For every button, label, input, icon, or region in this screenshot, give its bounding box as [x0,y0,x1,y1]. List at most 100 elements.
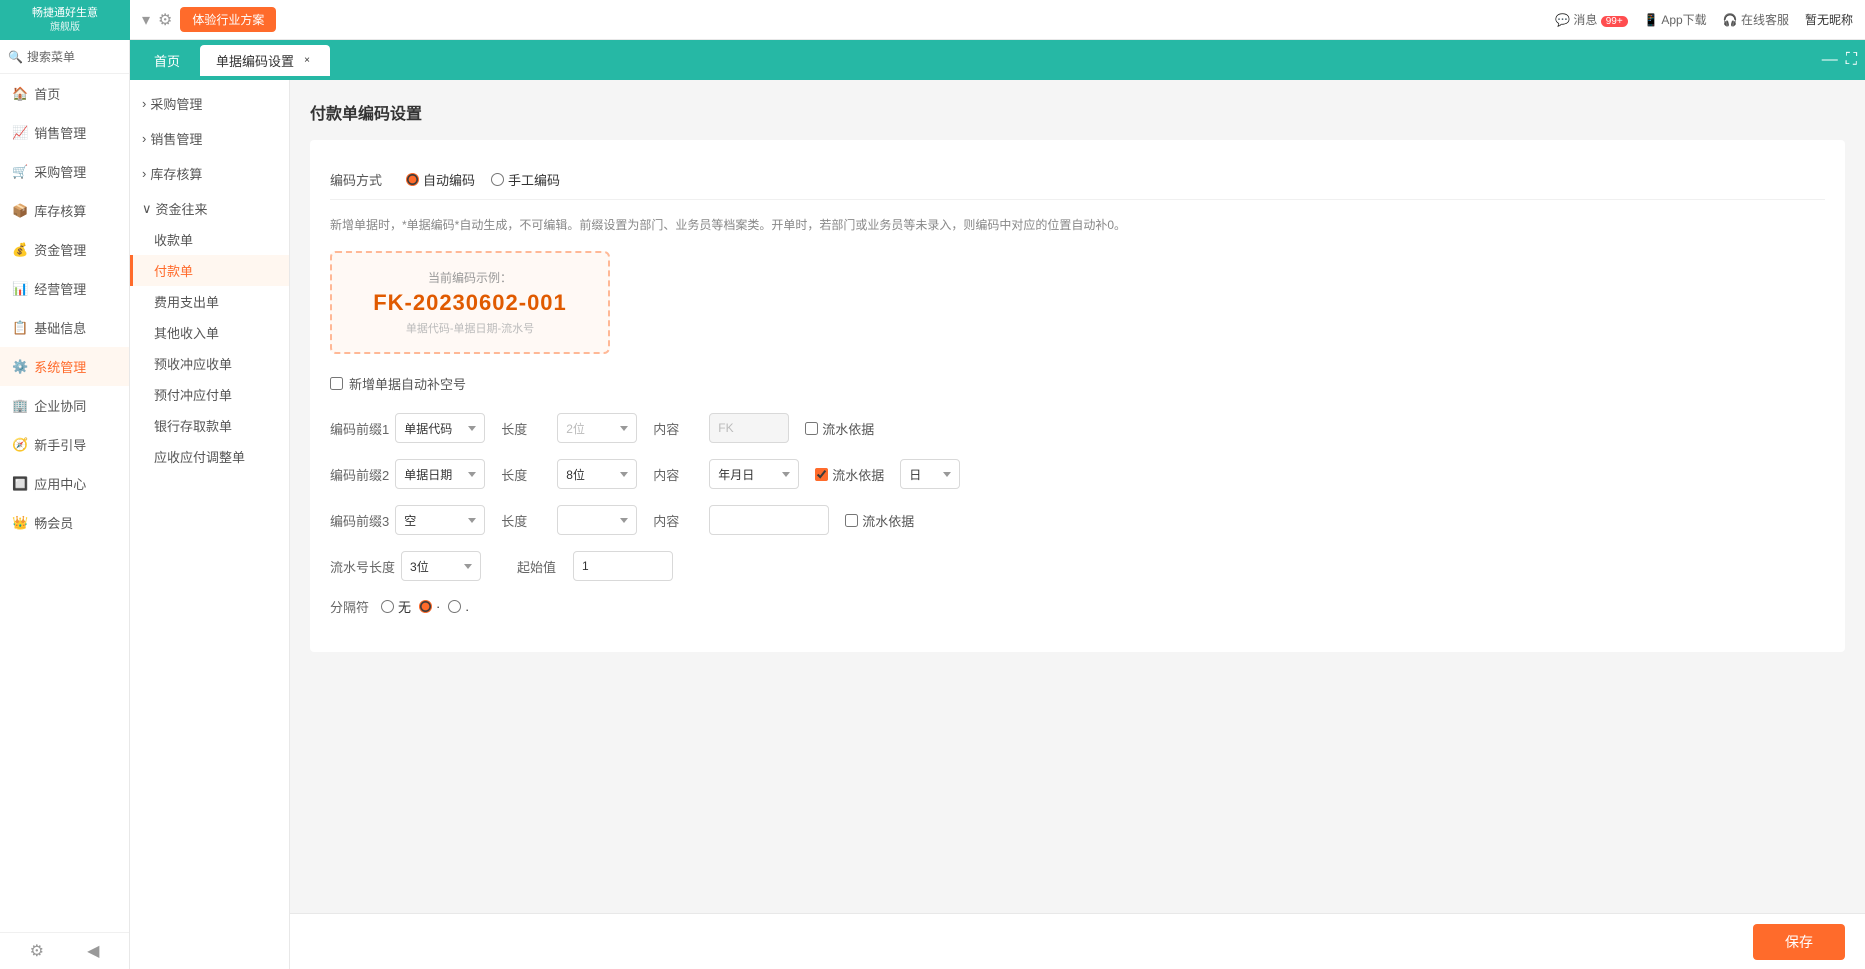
start-value-input[interactable] [573,551,673,581]
sep-dash[interactable]: · [419,599,440,614]
content3-input[interactable] [709,505,829,535]
nav-dropdown-arrow[interactable]: ▾ [142,10,150,30]
form-row-3: 编码前缀3 空 长度 [330,505,1825,535]
serial-length-row: 流水号长度 3位 起始值 [330,551,1825,581]
user-name[interactable]: 暂无昵称 [1805,11,1853,28]
sub-sidebar: › 采购管理 › 销售管理 › 库存核算 [130,80,290,969]
sidebar-item-system[interactable]: ⚙️ 系统管理 [0,347,129,386]
length1-arrow [620,426,628,431]
sub-item-other-income[interactable]: 其他收入单 [130,317,289,348]
sub-group-purchase[interactable]: › 采购管理 [130,88,289,119]
radio-manual[interactable]: 手工编码 [491,170,560,189]
message-badge: 99+ [1601,16,1628,27]
serial2-checkbox[interactable] [815,468,828,481]
length1-label: 长度 [501,419,551,438]
sidebar-item-inventory[interactable]: 📦 库存核算 [0,191,129,230]
auto-fill-label: 新增单据自动补空号 [349,374,466,393]
tab-home[interactable]: 首页 [138,45,196,76]
sidebar-item-home[interactable]: 🏠 首页 [0,74,129,113]
sub-item-expense[interactable]: 费用支出单 [130,286,289,317]
tab-maximize-icon[interactable]: ⛶ [1846,51,1857,69]
member-icon: 👑 [12,515,28,531]
apps-icon: 🔲 [12,476,28,492]
separator-row: 分隔符 无 · [330,597,1825,616]
sidebar-item-member[interactable]: 👑 畅会员 [0,503,129,542]
sales-icon: 📈 [12,125,28,141]
sidebar-bottom: ⚙ ◀ [0,932,129,969]
app-download[interactable]: 📱 App下载 [1644,11,1707,28]
prefix3-arrow [468,518,476,523]
sidebar-item-guide[interactable]: 🧭 新手引导 [0,425,129,464]
preview-label: 当前编码示例： [428,269,512,286]
basic-icon: 📋 [12,320,28,336]
length2-arrow [620,472,628,477]
system-icon: ⚙️ [12,359,28,375]
serial2-field: 流水依据 [815,465,884,484]
save-button[interactable]: 保存 [1753,924,1845,960]
preview-value: FK-20230602-001 [373,290,567,316]
collapse-icon[interactable]: ◀ [87,941,99,961]
tab-encoding[interactable]: 单据编码设置 × [200,45,330,76]
auto-fill-checkbox[interactable] [330,377,343,390]
sidebar-search[interactable]: 🔍 搜索菜单 [0,40,129,74]
serial1-checkbox[interactable] [805,422,818,435]
serial3-field: 流水依据 [845,511,914,530]
length3-select[interactable] [557,505,637,535]
sub-item-adjustment[interactable]: 应收应付调整单 [130,441,289,472]
serial-length-arrow [464,564,472,569]
sub-item-advance-pay[interactable]: 预付冲应付单 [130,379,289,410]
auto-fill-row: 新增单据自动补空号 [330,374,1825,393]
tab-minimize-icon[interactable]: — [1822,51,1838,69]
code-preview: 当前编码示例： FK-20230602-001 单据代码-单据日期-流水号 [330,251,610,354]
length1-select[interactable]: 2位 [557,413,637,443]
sub-group-sales[interactable]: › 销售管理 [130,123,289,154]
radio-auto[interactable]: 自动编码 [406,170,475,189]
sub-item-advance-recv[interactable]: 预收冲应收单 [130,348,289,379]
sidebar-item-purchase[interactable]: 🛒 采购管理 [0,152,129,191]
tab-bar: 首页 单据编码设置 × — ⛶ [130,40,1865,80]
length2-label: 长度 [501,465,551,484]
content3-label: 内容 [653,511,703,530]
sidebar-item-apps[interactable]: 🔲 应用中心 [0,464,129,503]
serial-length-select[interactable]: 3位 [401,551,481,581]
start-value-label: 起始值 [517,557,567,576]
prefix2-label: 编码前缀2 [330,465,389,484]
settings-icon[interactable]: ⚙ [158,10,172,30]
period2-select[interactable]: 日 [900,459,960,489]
sidebar-item-sales[interactable]: 📈 销售管理 [0,113,129,152]
prefix2-select[interactable]: 单据日期 [395,459,485,489]
sub-group-inventory[interactable]: › 库存核算 [130,158,289,189]
logo-line2: 旗舰版 [32,21,98,34]
period2-arrow [943,472,951,477]
message-icon[interactable]: 💬 消息 99+ [1555,11,1628,28]
encoding-method-row: 编码方式 自动编码 手工编码 [330,160,1825,200]
content2-select[interactable]: 年月日 [709,459,799,489]
page-title: 付款单编码设置 [310,100,1845,124]
trial-button[interactable]: 体验行业方案 [180,7,276,32]
prefix3-select[interactable]: 空 [395,505,485,535]
sep-none[interactable]: 无 [381,597,411,616]
content1-label: 内容 [653,419,703,438]
hint-text: 新增单据时，*单据编码*自动生成，不可编辑。前缀设置为部门、业务员等档案类。开单… [330,216,1825,235]
sub-group-finance[interactable]: ∨ 资金往来 [130,193,289,224]
settings-bottom-icon[interactable]: ⚙ [30,941,44,961]
sub-item-payment[interactable]: 付款单 [130,255,289,286]
tab-close-icon[interactable]: × [300,53,314,67]
sidebar-item-operations[interactable]: 📊 经营管理 [0,269,129,308]
sep-dot[interactable]: . [448,599,469,614]
logo-line1: 畅捷通好生意 [32,6,98,20]
enterprise-icon: 🏢 [12,398,28,414]
online-service[interactable]: 🎧 在线客服 [1723,11,1789,28]
serial3-checkbox[interactable] [845,514,858,527]
chevron-down-icon: ∨ [142,201,152,217]
logo: 畅捷通好生意 旗舰版 [0,0,130,40]
sub-item-receipt[interactable]: 收款单 [130,224,289,255]
sidebar-item-finance[interactable]: 💰 资金管理 [0,230,129,269]
sidebar-item-enterprise[interactable]: 🏢 企业协同 [0,386,129,425]
message-label: 消息 [1573,13,1597,27]
sub-item-bank[interactable]: 银行存取款单 [130,410,289,441]
sidebar-item-basic[interactable]: 📋 基础信息 [0,308,129,347]
length2-select[interactable]: 8位 [557,459,637,489]
prefix1-select[interactable]: 单据代码 [395,413,485,443]
content2-label: 内容 [653,465,703,484]
